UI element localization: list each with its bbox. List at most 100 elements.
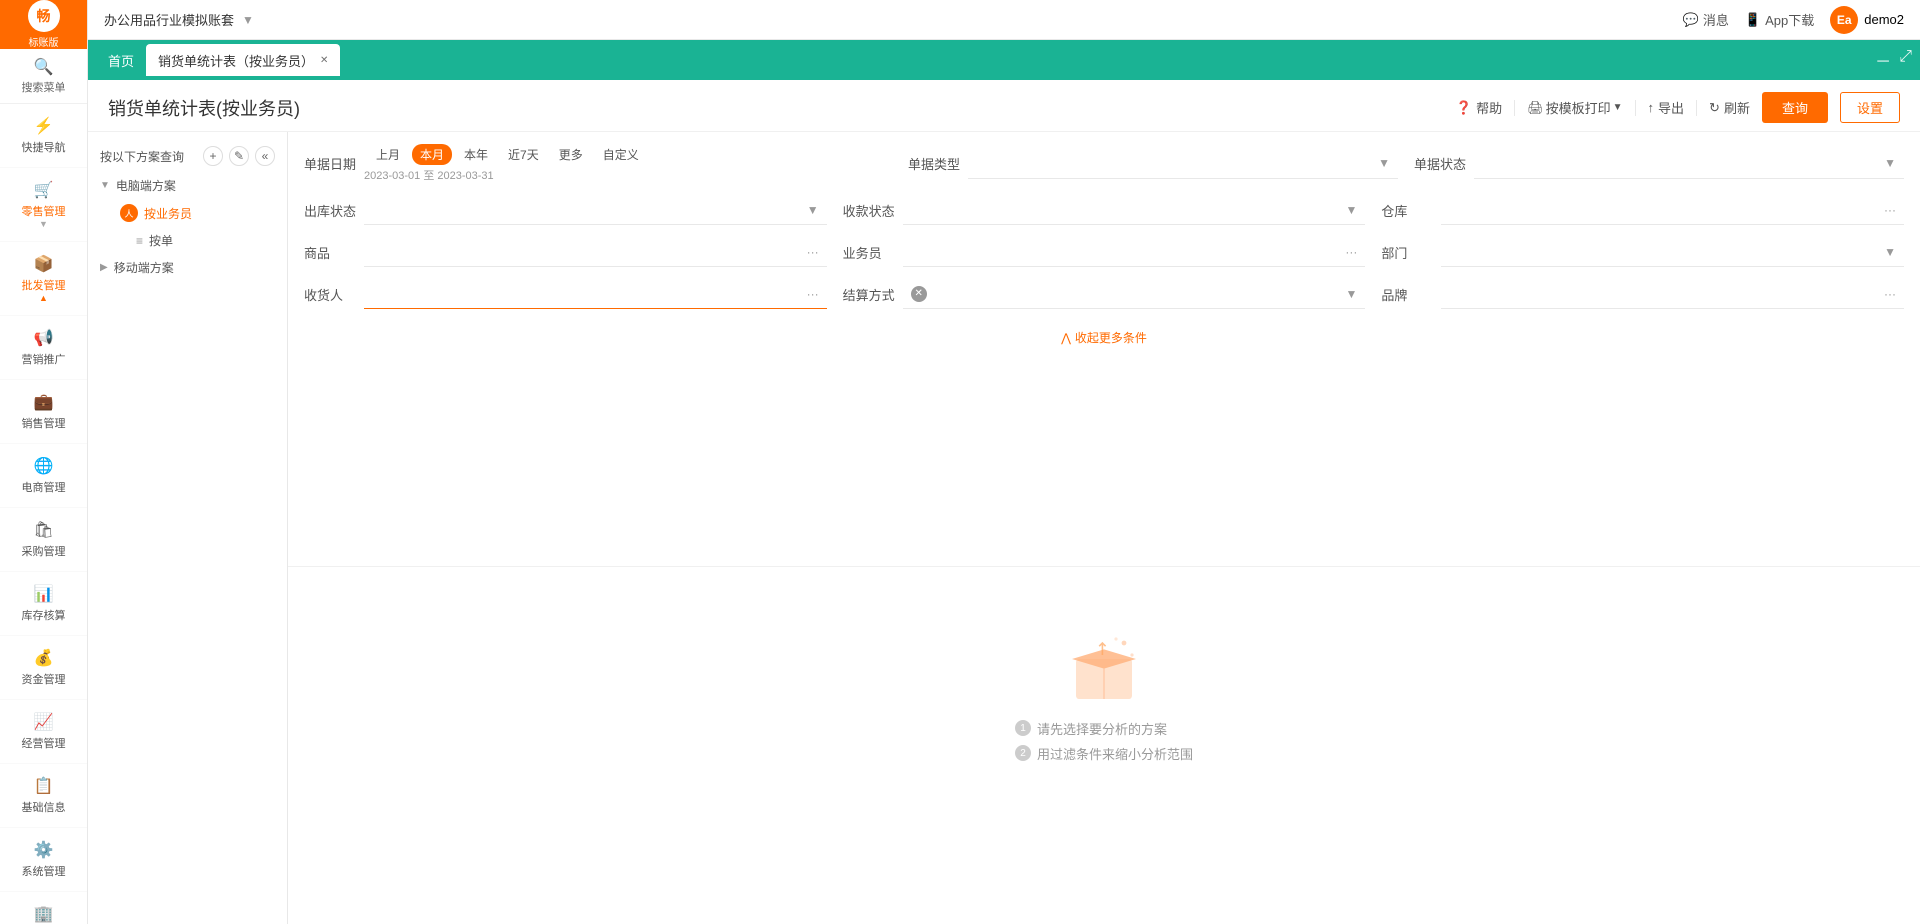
divider-3 [1696,100,1697,116]
refresh-btn[interactable]: ↻ 刷新 [1709,98,1750,117]
sidebar-item-ecommerce[interactable]: 🌐 电商管理 [0,444,87,508]
tab-home[interactable]: 首页 [96,44,146,76]
doc-status-label: 单据状态 [1414,154,1474,173]
sales-label: 销售管理 [22,415,66,431]
basic-label: 基础信息 [22,799,66,815]
message-btn[interactable]: 💬 消息 [1683,10,1729,29]
out-status-input[interactable]: ▼ [364,195,827,225]
out-status-label: 出库状态 [304,201,364,220]
tree-item-by-salesperson[interactable]: 人 按业务员 [88,199,287,227]
settlement-input[interactable]: ✕ ▼ [903,279,1366,309]
doc-type-label: 单据类型 [908,154,968,173]
edit-scheme-btn[interactable]: ✎ [229,146,249,166]
ecommerce-icon: 🌐 [34,456,54,476]
tab-bar: 首页 销货单统计表（按业务员） ✕ － ⤢ [88,40,1920,80]
tab-maximize-icon[interactable]: ⤢ [1899,48,1912,72]
tree-item-desktop[interactable]: ▼ 电脑端方案 [88,172,287,199]
finance-icon: 💰 [34,648,54,668]
app-download-btn[interactable]: 📱 App下载 [1745,10,1814,29]
tree-item-mobile[interactable]: ▶ 移动端方案 [88,254,287,281]
tab-close-icon[interactable]: ✕ [320,55,328,66]
sidebar-shortcut[interactable]: ⚡ 快捷导航 [0,104,87,168]
tip-num-2: 2 [1015,745,1031,761]
print-dropdown-icon: ▼ [1613,102,1623,113]
tab-minimize-icon[interactable]: － [1875,48,1891,72]
tree-label-desktop: 电脑端方案 [116,177,176,194]
filter-consignee-field: 收货人 ··· [304,279,827,309]
filter-department-field: 部门 ▼ [1381,237,1904,267]
salesperson-input[interactable]: ··· [903,237,1366,267]
settlement-clear-btn[interactable]: ✕ [911,286,927,302]
search-menu[interactable]: 🔍 搜索菜单 [0,49,87,104]
receipt-status-input[interactable]: ▼ [903,195,1366,225]
sidebar-item-purchase[interactable]: 🛍 采购管理 [0,508,87,572]
tree-label-by-order: 按单 [149,232,173,249]
query-button[interactable]: 查询 [1762,92,1828,123]
sidebar-item-retail[interactable]: 🛒 零售管理 ▼ [0,168,87,242]
marketing-icon: 📢 [34,328,54,348]
empty-svg [1054,627,1154,707]
date-tab-7days[interactable]: 近7天 [500,144,547,165]
logo-text: 标账版 [29,34,59,49]
inventory-icon: 📊 [34,584,54,604]
top-header: 办公用品行业模拟账套 ▼ 💬 消息 📱 App下载 Ea demo2 [88,0,1920,40]
sidebar-item-basic[interactable]: 📋 基础信息 [0,764,87,828]
order-icon: ≡ [136,234,143,248]
add-scheme-btn[interactable]: + [203,146,223,166]
retail-arrow: ▼ [39,219,48,229]
logo-icon: 畅 [28,0,60,32]
doc-status-input[interactable]: ▼ [1474,149,1904,179]
wholesale-icon: 📦 [34,254,54,274]
page-header: 销货单统计表(按业务员) ❓ 帮助 🖨 按模板打印 ▼ ↑ 导出 [88,80,1920,132]
date-tab-more[interactable]: 更多 [551,144,591,165]
warehouse-more-icon: ··· [1884,203,1896,217]
print-btn[interactable]: 🖨 按模板打印 ▼ [1527,98,1622,117]
goods-input[interactable]: ··· [364,237,827,267]
tree-item-by-order[interactable]: ≡ 按单 [88,227,287,254]
operation-label: 经营管理 [22,735,66,751]
collapse-panel-btn[interactable]: « [255,146,275,166]
sidebar-item-marketing[interactable]: 📢 营销推广 [0,316,87,380]
department-input[interactable]: ▼ [1441,237,1904,267]
help-icon: ❓ [1456,100,1472,116]
print-icon: 🖨 [1527,100,1544,116]
user-profile[interactable]: Ea demo2 [1830,6,1904,34]
doc-type-input[interactable]: ▼ [968,149,1398,179]
date-tab-last-month[interactable]: 上月 [368,144,408,165]
date-tab-custom[interactable]: 自定义 [595,144,647,165]
wholesale-label: 批发管理 [22,277,66,293]
goods-more-icon: ··· [807,245,819,259]
sidebar-item-enterprise[interactable]: 🏢 企业协同 [0,892,87,924]
print-label: 按模板打印 [1546,98,1611,117]
breadcrumb-arrow: ▼ [242,13,254,27]
settings-button[interactable]: 设置 [1840,92,1900,123]
sidebar-item-inventory[interactable]: 📊 库存核算 [0,572,87,636]
content-layout: 按以下方案查询 + ✎ « ▼ 电脑端方案 人 按业务员 [88,132,1920,924]
date-tab-this-month[interactable]: 本月 [412,144,452,165]
filter-salesperson-field: 业务员 ··· [843,237,1366,267]
tab-sales-report[interactable]: 销货单统计表（按业务员） ✕ [146,44,340,76]
consignee-input[interactable]: ··· [364,279,827,309]
out-status-dropdown-icon: ▼ [807,203,819,217]
brand-input[interactable]: ··· [1441,279,1904,309]
tree-arrow-desktop: ▼ [100,180,110,191]
filter-row-2: 出库状态 ▼ 收款状态 ▼ [304,195,1904,225]
empty-tip-1: 1 请先选择要分析的方案 [1015,719,1193,738]
tree-label-mobile: 移动端方案 [114,259,174,276]
header-left: 办公用品行业模拟账套 ▼ [104,10,254,29]
export-btn[interactable]: ↑ 导出 [1648,98,1685,117]
warehouse-input[interactable]: ··· [1441,195,1904,225]
header-right: 💬 消息 📱 App下载 Ea demo2 [1683,6,1904,34]
collapse-btn[interactable]: ⋀ 收起更多条件 [1057,325,1151,350]
sidebar-item-wholesale[interactable]: 📦 批发管理 ▲ [0,242,87,316]
sidebar-item-sales[interactable]: 💼 销售管理 [0,380,87,444]
help-btn[interactable]: ❓ 帮助 [1456,98,1502,117]
sidebar-item-operation[interactable]: 📈 经营管理 [0,700,87,764]
sidebar-item-finance[interactable]: 💰 资金管理 [0,636,87,700]
brand-more-icon: ··· [1884,287,1896,301]
right-area: 单据日期 上月 本月 本年 近7天 更多 自定义 20 [288,132,1920,924]
sidebar-item-system[interactable]: ⚙️ 系统管理 [0,828,87,892]
refresh-icon: ↻ [1709,100,1720,116]
tree-arrow-mobile: ▶ [100,262,108,273]
date-tab-this-year[interactable]: 本年 [456,144,496,165]
